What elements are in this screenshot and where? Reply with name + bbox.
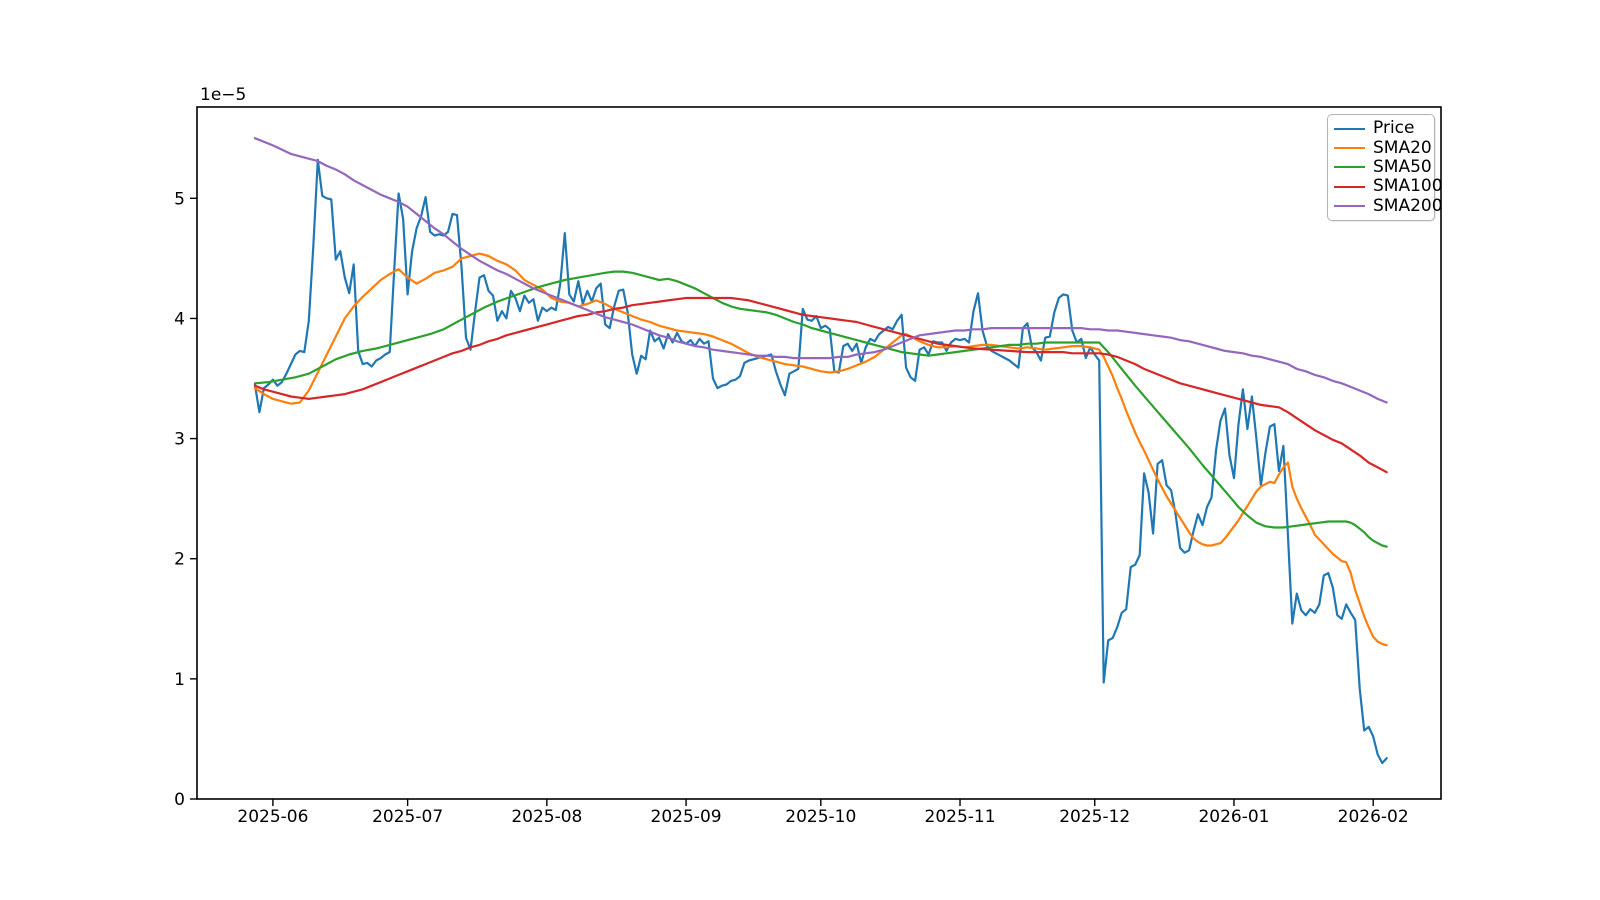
legend-item-sma20: SMA20: [1334, 139, 1432, 158]
legend-line-sample: [1334, 185, 1365, 188]
y-tick-label: 4: [174, 309, 185, 329]
x-tick-label: 2025-06: [237, 807, 308, 827]
axes: 2025-06 2025-07 2025-08 2025-09 2025-10 2025-…: [174, 106, 1442, 827]
y-tick-label: 1: [174, 670, 185, 690]
legend-label: SMA20: [1373, 137, 1432, 158]
x-tick-label: 2026-02: [1338, 807, 1409, 827]
series-line-sma200: [253, 137, 1388, 404]
legend-label: Price: [1373, 118, 1415, 139]
legend-line-sample: [1334, 127, 1365, 130]
y-axis-offset-label: 1e−5: [200, 85, 246, 105]
legend-item-sma100: SMA100: [1334, 177, 1443, 196]
x-tick-label: 2025-10: [785, 807, 856, 827]
legend-line-sample: [1334, 166, 1365, 169]
x-tick-label: 2025-07: [372, 807, 443, 827]
y-tick-label: 2: [174, 550, 185, 570]
plot-frame: [196, 106, 1442, 800]
x-tick-label: 2025-08: [511, 807, 582, 827]
y-tick-label: 3: [174, 430, 185, 450]
y-tick-label: 5: [174, 189, 185, 209]
legend: Price SMA20 SMA50 SMA100 SMA200: [1327, 114, 1443, 221]
legend-item-sma50: SMA50: [1334, 158, 1432, 177]
matplotlib-figure: 2025-06 2025-07 2025-08 2025-09 2025-10 2025-…: [0, 0, 1600, 900]
legend-item-price: Price: [1334, 119, 1428, 138]
legend-line-sample: [1334, 205, 1365, 208]
legend-label: SMA50: [1373, 156, 1432, 177]
legend-line-sample: [1334, 147, 1365, 150]
legend-item-sma200: SMA200: [1334, 197, 1443, 216]
y-tick-label: 0: [174, 790, 185, 810]
x-tick-label: 2025-12: [1059, 807, 1130, 827]
series-line-price: [253, 158, 1388, 765]
x-tick-label: 2025-09: [651, 807, 722, 827]
legend-label: SMA100: [1373, 176, 1443, 197]
legend-label: SMA200: [1373, 195, 1443, 216]
x-tick-label: 2026-01: [1198, 807, 1269, 827]
series-line-sma50: [253, 270, 1388, 548]
plot-lines: [253, 137, 1388, 765]
x-tick-label: 2025-11: [925, 807, 996, 827]
